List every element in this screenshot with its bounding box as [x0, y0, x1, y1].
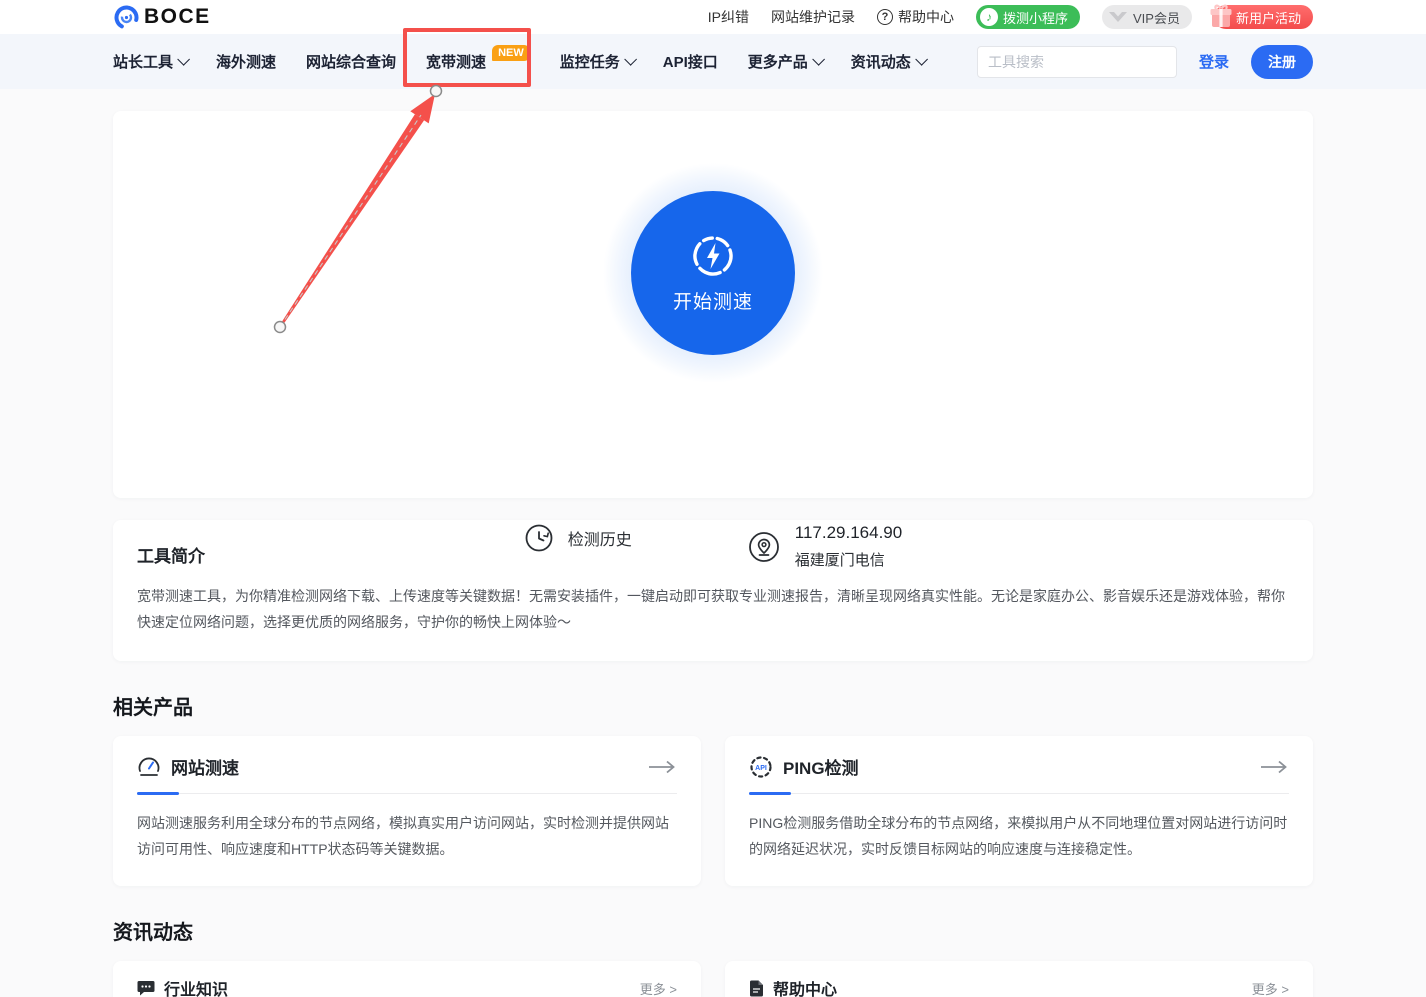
chevron-down-icon [915, 53, 928, 66]
product-description: PING检测服务借助全球分布的节点网络，来模拟用户从不同地理位置对网站进行访问时… [749, 815, 1288, 857]
more-link[interactable]: 更多 > [1252, 979, 1289, 997]
ping-api-icon: API [750, 755, 772, 778]
divider [749, 792, 1289, 795]
nav-item-more-products[interactable]: 更多产品 [747, 51, 825, 72]
nav-item-broadband-speedtest[interactable]: 宽带测速 NEW [426, 44, 530, 72]
boce-logo-icon [114, 5, 139, 29]
ip-location: 福建厦门电信 [794, 552, 885, 569]
nav-label: 海外测速 [216, 54, 277, 71]
link-maintenance[interactable]: 网站维护记录 [771, 7, 855, 27]
product-card-ping-check[interactable]: API PING检测 PING检测服务借助全球分布的节点网络，来模拟用户从不同地… [725, 736, 1313, 886]
nav-label: 宽带测速 [426, 54, 487, 71]
nav-item-news[interactable]: 资讯动态 [850, 51, 928, 72]
question-circle-icon: ? [877, 9, 893, 25]
link-help-label: 帮助中心 [898, 9, 954, 25]
vip-pill[interactable]: VIP会员 [1102, 5, 1192, 29]
vip-chevron-icon [1109, 12, 1128, 22]
register-button[interactable]: 注册 [1251, 44, 1313, 79]
nav-label: 更多产品 [747, 54, 808, 71]
link-ip-correct[interactable]: IP纠错 [708, 7, 749, 27]
nav-item-webmaster-tools[interactable]: 站长工具 [113, 51, 191, 72]
link-maintenance-label: 网站维护记录 [771, 9, 855, 25]
nav-label: 资讯动态 [850, 54, 911, 71]
document-icon [750, 980, 763, 996]
chat-bubble-icon [137, 981, 155, 996]
boce-logo[interactable]: BOCE [113, 4, 211, 31]
product-name: PING检测 [783, 759, 859, 778]
new-badge: NEW [492, 44, 530, 61]
news-column-name: 行业知识 [164, 982, 229, 997]
history-link[interactable]: 检测历史 [524, 523, 632, 553]
more-link[interactable]: 更多 > [640, 979, 677, 997]
link-help-center[interactable]: ? 帮助中心 [877, 7, 954, 27]
vip-label: VIP会员 [1133, 10, 1180, 26]
divider [137, 792, 677, 795]
tool-search-box[interactable] [976, 45, 1177, 78]
speedtest-hero-card: 开始测速 检测历史 117.29.164.90 福建厦门电信 [113, 111, 1313, 569]
history-clock-icon [525, 524, 553, 552]
login-link[interactable]: 登录 [1199, 51, 1229, 72]
news-card-help-center: 帮助中心 更多 > HTTP状态码具体含义 2025-12-22 [725, 961, 1313, 997]
mini-program-label: 拨测小程序 [1003, 10, 1069, 26]
search-input[interactable] [987, 53, 1169, 70]
start-button-label: 开始测速 [672, 291, 753, 313]
nav-item-site-query[interactable]: 网站综合查询 [306, 51, 396, 72]
nav-label: 站长工具 [113, 54, 174, 71]
ip-info: 117.29.164.90 福建厦门电信 [747, 523, 902, 570]
mini-program-pill[interactable]: ♪ 拨测小程序 [976, 5, 1081, 29]
main-content: 开始测速 检测历史 117.29.164.90 福建厦门电信 工具简介 宽带测速… [113, 111, 1313, 997]
svg-text:API: API [755, 765, 767, 772]
new-user-label: 新用户活动 [1235, 10, 1301, 26]
nav-label: API接口 [662, 54, 718, 71]
intro-body: 宽带测速工具，为你精准检测网络下载、上传速度等关键数据！无需安装插件，一键启动即… [137, 588, 1285, 630]
logo-text: BOCE [144, 5, 211, 28]
link-ip-correct-label: IP纠错 [707, 9, 749, 25]
chevron-down-icon [624, 53, 637, 66]
nav-label: 监控任务 [559, 54, 620, 71]
chevron-down-icon [177, 53, 191, 66]
ip-address: 117.29.164.90 [794, 523, 903, 542]
news-card-industry: 行业知识 更多 > 域名查询的方法有哪些? 2026-01-09 [113, 961, 701, 997]
product-name: 网站测速 [171, 759, 239, 778]
product-card-website-speedtest[interactable]: 网站测速 网站测速服务利用全球分布的节点网络，模拟真实用户访问网站，实时检测并提… [113, 736, 701, 886]
history-label: 检测历史 [567, 532, 632, 549]
nav-item-api[interactable]: API接口 [663, 51, 718, 72]
related-products-title: 相关产品 [113, 697, 193, 719]
nav-item-monitor-tasks[interactable]: 监控任务 [559, 51, 637, 72]
nav-item-overseas-speedtest[interactable]: 海外测速 [216, 51, 276, 72]
chevron-down-icon [812, 53, 825, 66]
location-pin-icon [748, 531, 779, 562]
main-navbar: 站长工具 海外测速 网站综合查询 宽带测速 NEW 监控任务 API接口 更多产… [0, 34, 1426, 89]
start-speedtest-button[interactable]: 开始测速 [631, 191, 795, 355]
start-button-halo: 开始测速 [603, 163, 823, 383]
new-user-pill[interactable]: 新用户活动 [1210, 4, 1313, 29]
news-section-title: 资讯动态 [113, 922, 193, 944]
nav-label: 网站综合查询 [306, 54, 397, 71]
mini-program-icon: ♪ [980, 8, 998, 26]
arrow-right-icon[interactable] [647, 760, 677, 774]
top-header: BOCE IP纠错 网站维护记录 ? 帮助中心 ♪ 拨测小程序 VIP会员 新用… [0, 0, 1426, 34]
gauge-icon [138, 757, 160, 776]
product-description: 网站测速服务利用全球分布的节点网络，模拟真实用户访问网站，实时检测并提供网站访问… [137, 815, 669, 857]
gift-icon [1210, 4, 1232, 27]
speedometer-lightning-icon [693, 235, 733, 276]
arrow-right-icon[interactable] [1259, 760, 1289, 774]
news-column-name: 帮助中心 [773, 982, 838, 997]
